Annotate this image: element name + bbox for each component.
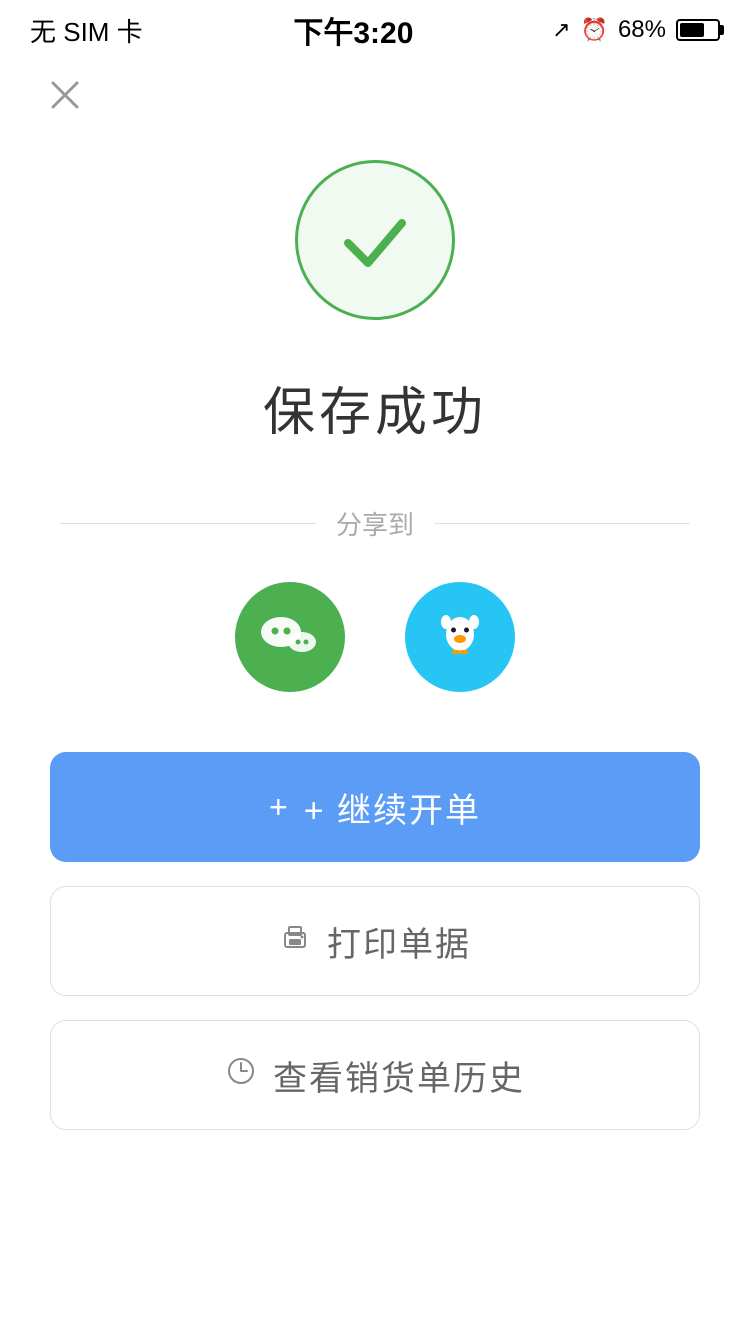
close-button[interactable]: [40, 70, 90, 120]
main-content: 保存成功 分享到: [0, 60, 750, 1130]
qq-share-button[interactable]: [405, 582, 515, 692]
history-button[interactable]: 查看销货单历史: [50, 1020, 700, 1130]
share-section: 分享到: [0, 505, 750, 692]
battery-percent: 68%: [618, 16, 666, 44]
history-button-label: 查看销货单历史: [273, 1051, 525, 1100]
print-icon: [279, 921, 311, 962]
time-display: 下午3:20: [293, 8, 413, 52]
history-icon: [225, 1055, 257, 1096]
share-icons: [235, 582, 515, 692]
print-button[interactable]: 打印单据: [50, 886, 700, 996]
alarm-icon: ⏰: [581, 17, 608, 43]
location-icon: ↗: [552, 17, 570, 43]
action-buttons: + + 继续开单 打印单据 查看销货: [0, 752, 750, 1130]
share-divider: 分享到: [0, 505, 750, 542]
share-label: 分享到: [336, 505, 414, 542]
status-right: ↗ ⏰ 68%: [552, 16, 720, 44]
continue-plus-icon: +: [269, 789, 288, 826]
success-title: 保存成功: [263, 370, 487, 445]
print-button-label: 打印单据: [327, 917, 471, 966]
status-bar: 无 SIM 卡 下午3:20 ↗ ⏰ 68%: [0, 0, 750, 60]
wechat-share-button[interactable]: [235, 582, 345, 692]
continue-button[interactable]: + + 继续开单: [50, 752, 700, 862]
battery-icon: [676, 19, 720, 41]
status-left: 无 SIM 卡: [30, 12, 155, 49]
continue-button-label: + 继续开单: [304, 783, 481, 832]
carrier-text: 无 SIM 卡: [30, 12, 143, 49]
success-icon-circle: [295, 160, 455, 320]
divider-line-right: [434, 523, 690, 524]
divider-line-left: [60, 523, 316, 524]
